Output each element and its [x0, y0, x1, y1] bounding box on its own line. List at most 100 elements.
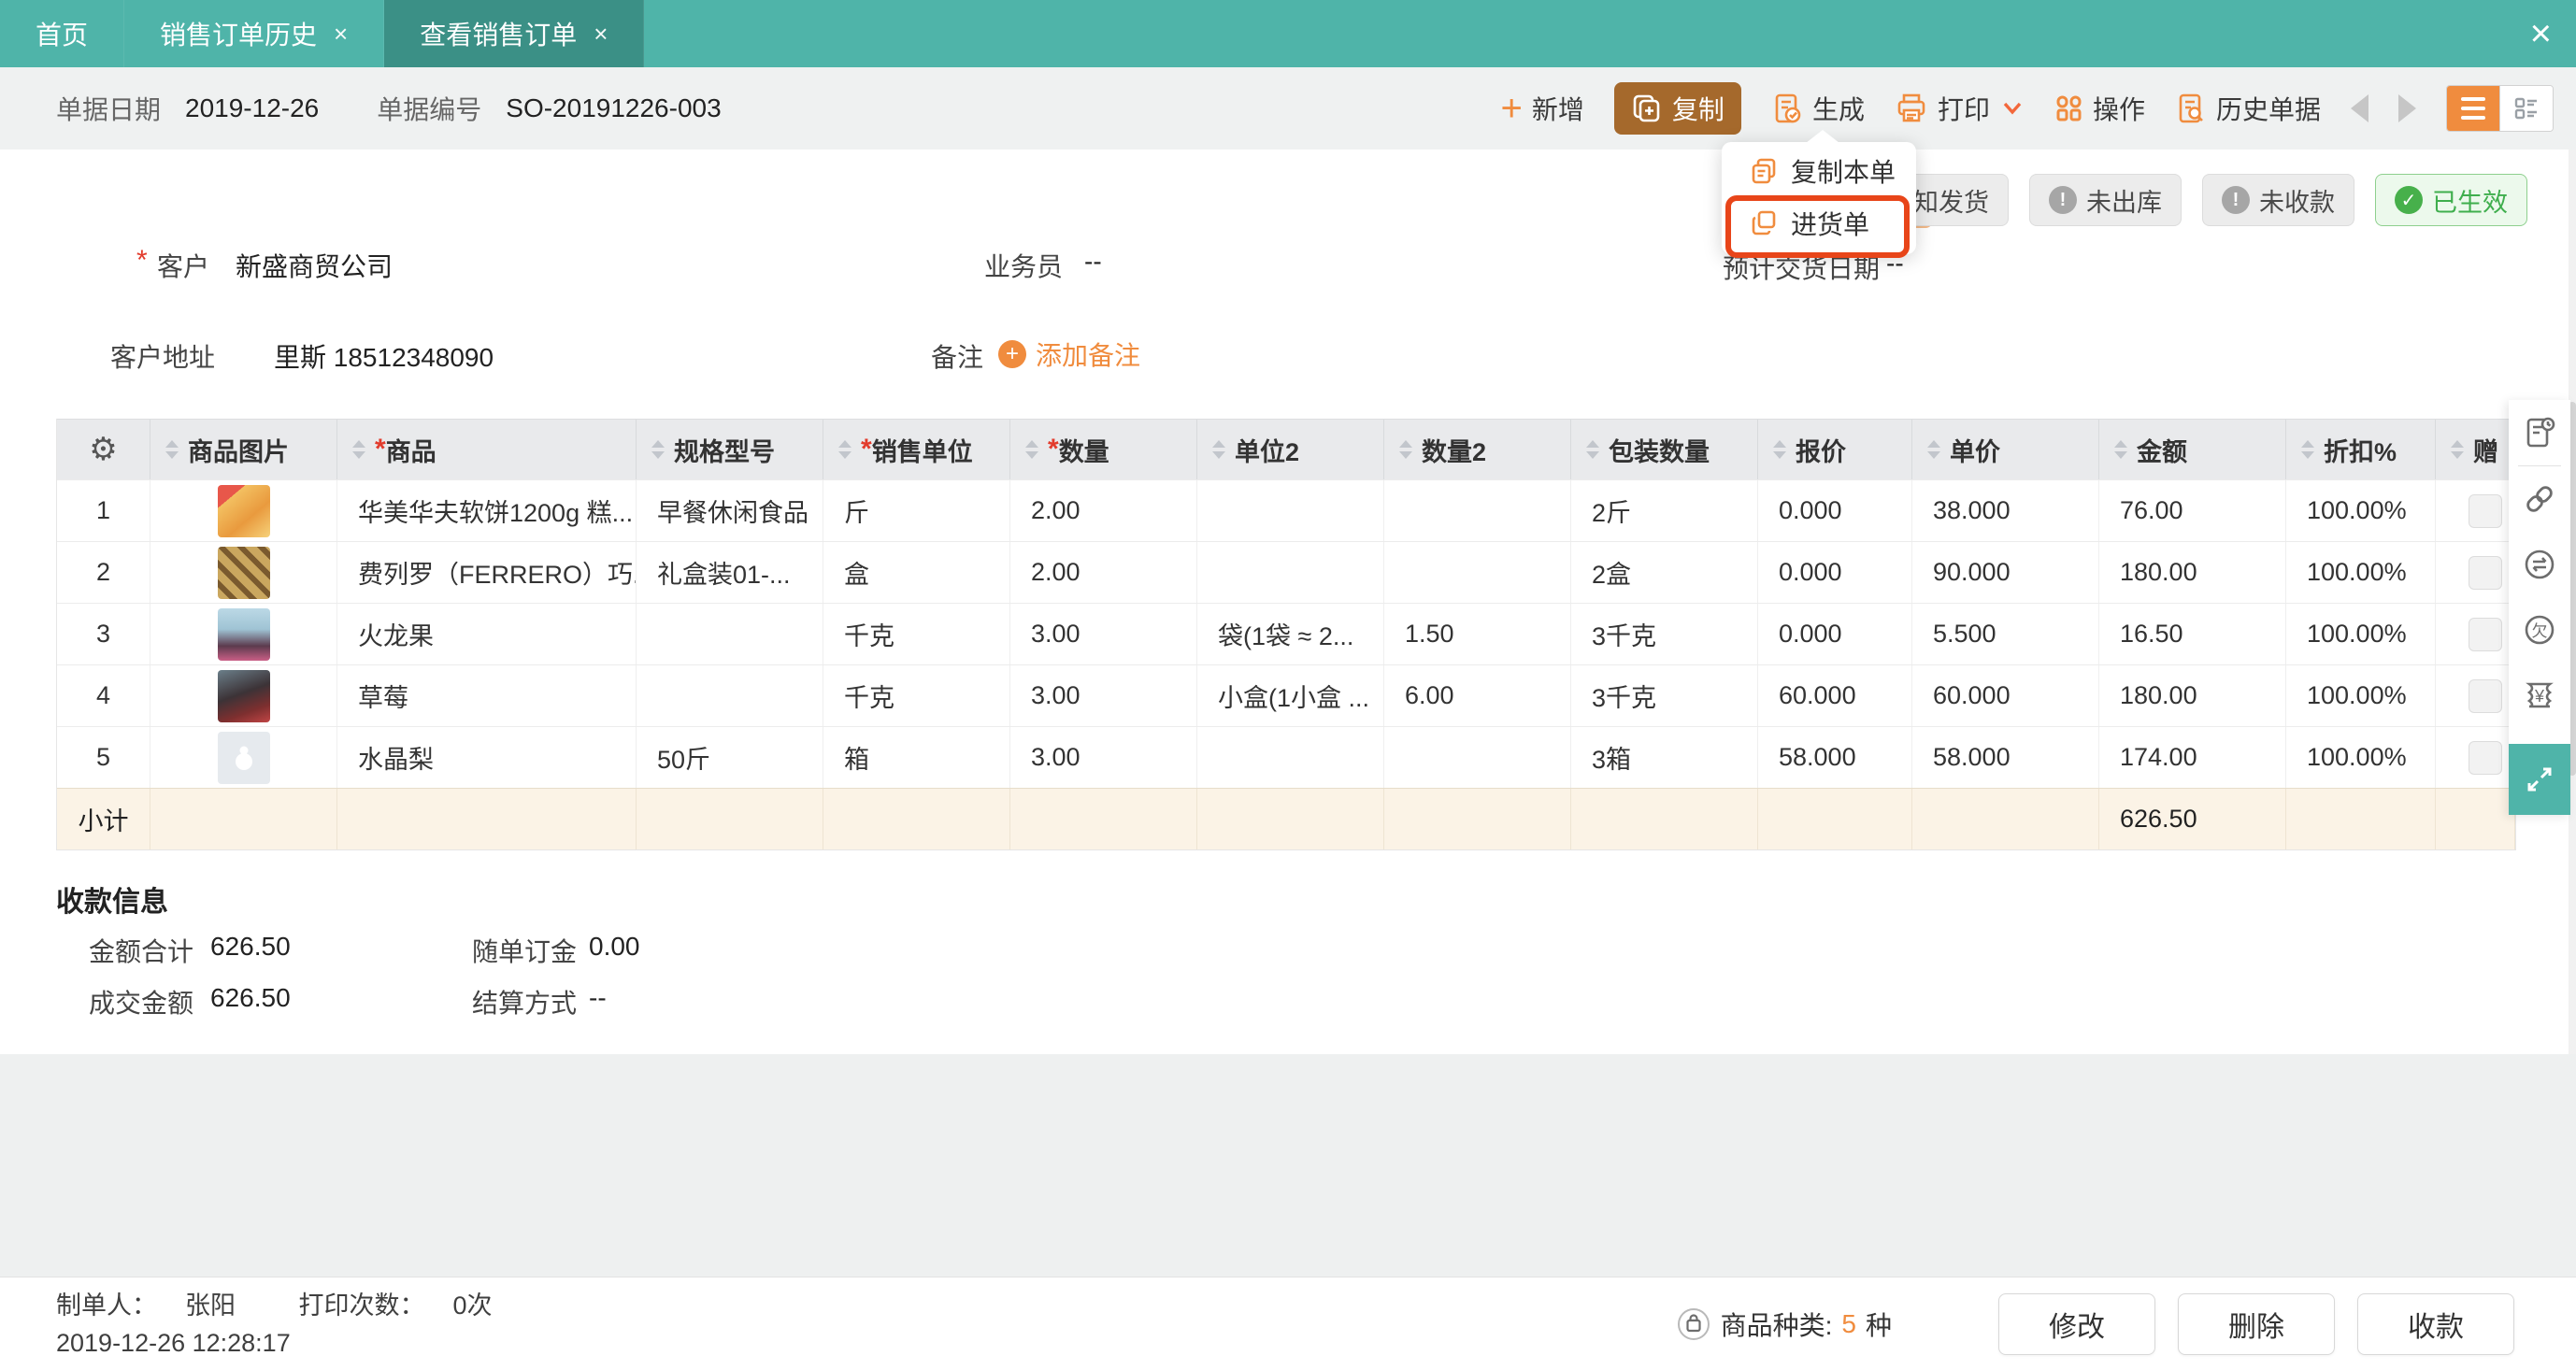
sort-icon[interactable]: [1212, 440, 1225, 459]
column-header-name[interactable]: * 商品: [337, 420, 637, 479]
column-header-image[interactable]: 商品图片: [150, 420, 337, 479]
add-remark-button[interactable]: + 添加备注: [998, 335, 1140, 373]
side-tool-panel: 欠 ¥: [2509, 400, 2570, 815]
next-doc-icon[interactable]: [2398, 94, 2416, 122]
history-docs-button[interactable]: 历史单据: [2175, 90, 2321, 127]
column-settings-icon[interactable]: ⚙: [89, 431, 117, 468]
sort-icon[interactable]: [2451, 440, 2464, 459]
column-header-spec[interactable]: 规格型号: [637, 420, 823, 479]
sort-icon[interactable]: [1927, 440, 1940, 459]
cell-qty: 2.00: [1010, 480, 1197, 541]
cell-pack: 3千克: [1571, 665, 1758, 726]
table-row[interactable]: 4 草莓 千克 3.00 小盒(1小盒 ... 6.00 3千克 60.000 60.000 18…: [57, 664, 2515, 726]
subtotal-amount: 626.50: [2099, 789, 2286, 849]
gift-checkbox[interactable]: [2469, 617, 2502, 651]
column-header-gift[interactable]: 赠: [2436, 420, 2515, 479]
cell-image: [150, 665, 337, 726]
expand-panel-button[interactable]: [2509, 744, 2570, 815]
category-unit: 种: [1865, 1311, 1892, 1340]
deposit-value: 0.00: [589, 932, 640, 961]
column-label: 销售单位: [871, 437, 973, 466]
table-row[interactable]: 1 华美华夫软饼1200g 糕... 早餐休闲食品斤 2.00 2斤 0.000 38.00…: [57, 479, 2515, 541]
edit-button[interactable]: 修改: [1998, 1293, 2155, 1355]
sort-icon[interactable]: [1773, 440, 1786, 459]
tab-view-sales-order[interactable]: 查看销售订单 ×: [384, 0, 645, 67]
column-header-price[interactable]: 单价: [1912, 420, 2099, 479]
subtotal-label: 小计: [57, 789, 150, 849]
gift-checkbox[interactable]: [2469, 678, 2502, 713]
generate-button[interactable]: 生成: [1771, 90, 1865, 127]
customer-value[interactable]: 新盛商贸公司: [236, 247, 393, 284]
column-label: 单位2: [1235, 437, 1300, 466]
copy-label: 复制: [1671, 95, 1724, 124]
prev-doc-icon[interactable]: [2351, 94, 2368, 122]
sort-icon[interactable]: [2114, 440, 2127, 459]
column-header-qty2[interactable]: 数量2: [1384, 420, 1571, 479]
print-button[interactable]: 打印: [1895, 90, 2024, 127]
window-close-icon[interactable]: ×: [2530, 0, 2552, 67]
status-badge-label: 未出库: [2086, 188, 2162, 217]
cell-price: 5.500: [1912, 604, 2099, 664]
sort-icon[interactable]: [1399, 440, 1412, 459]
footer-meta: 制单人： 张阳 打印次数： 0次 2019-12-26 12:28:17: [56, 1287, 549, 1362]
column-label: 包装数量: [1609, 437, 1710, 466]
receive-payment-button[interactable]: 收款: [2357, 1293, 2514, 1355]
record-log-icon[interactable]: [2509, 400, 2570, 465]
product-image[interactable]: [217, 546, 270, 599]
tab-sales-order-history[interactable]: 销售订单历史 ×: [124, 0, 385, 67]
cell-unit: 千克: [823, 604, 1010, 664]
tab-close-icon[interactable]: ×: [594, 20, 608, 49]
cell-discount: 100.00%: [2286, 480, 2436, 541]
column-header-qty[interactable]: * 数量: [1010, 420, 1197, 479]
arrears-icon[interactable]: 欠: [2509, 597, 2570, 663]
gift-checkbox[interactable]: [2469, 555, 2502, 590]
column-label: 金额: [2137, 437, 2187, 466]
money-record-icon[interactable]: ¥: [2509, 663, 2570, 728]
status-badge-label: 已生效: [2432, 188, 2508, 217]
gift-checkbox[interactable]: [2469, 740, 2502, 775]
cell-pack: 3箱: [1571, 727, 1758, 788]
sort-icon[interactable]: [165, 440, 179, 459]
sort-icon[interactable]: [1586, 440, 1599, 459]
menu-item-purchase-order[interactable]: 进货单: [1722, 200, 1916, 247]
menu-item-label: 复制本单: [1791, 158, 1896, 187]
cell-qty2: 6.00: [1384, 665, 1571, 726]
table-row[interactable]: 3 火龙果 千克 3.00 袋(1袋 ≈ 2... 1.50 3千克 0.000 5.500 16…: [57, 603, 2515, 664]
product-image[interactable]: [217, 607, 270, 661]
column-header-quote[interactable]: 报价: [1758, 420, 1912, 479]
column-label: 数量2: [1422, 437, 1487, 466]
card-view-toggle[interactable]: [2499, 86, 2553, 131]
product-image[interactable]: [217, 731, 270, 784]
generate-icon: [1771, 93, 1803, 124]
sort-icon[interactable]: [352, 440, 365, 459]
column-header-discount[interactable]: 折扣%: [2286, 420, 2436, 479]
transfer-icon[interactable]: [2509, 532, 2570, 597]
delete-button[interactable]: 删除: [2178, 1293, 2335, 1355]
cell-spec: [637, 665, 823, 726]
column-header-unit2[interactable]: 单位2: [1197, 420, 1384, 479]
add-button[interactable]: + 新增: [1501, 90, 1584, 127]
cell-index: 5: [57, 727, 150, 788]
tab-home[interactable]: 首页: [0, 0, 125, 67]
product-image[interactable]: [217, 669, 270, 722]
operations-button[interactable]: 操作: [2054, 90, 2145, 127]
related-link-icon[interactable]: [2509, 466, 2570, 532]
sort-icon[interactable]: [838, 440, 852, 459]
column-header-pack[interactable]: 包装数量: [1571, 420, 1758, 479]
product-image[interactable]: [217, 484, 270, 537]
doc-date-value: 2019-12-26: [185, 93, 320, 122]
menu-item-copy-this-order[interactable]: 复制本单: [1722, 148, 1916, 194]
table-row[interactable]: 2 费列罗（FERRERO）巧... 礼盒装01-... 盒 2.00 2盒 0.000 90…: [57, 541, 2515, 603]
table-row[interactable]: 5 水晶梨 50斤箱 3.00 3箱 58.000 58.000 174.00 100.00%: [57, 726, 2515, 788]
list-view-toggle[interactable]: [2447, 86, 2499, 131]
column-header-unit[interactable]: * 销售单位: [823, 420, 1010, 479]
sort-icon[interactable]: [651, 440, 665, 459]
column-header-amount[interactable]: 金额: [2099, 420, 2286, 479]
gift-checkbox[interactable]: [2469, 493, 2502, 528]
cell-price: 60.000: [1912, 665, 2099, 726]
tab-close-icon[interactable]: ×: [334, 20, 348, 49]
sort-icon[interactable]: [1025, 440, 1038, 459]
copy-button[interactable]: 复制: [1613, 82, 1741, 135]
print-dropdown-icon[interactable]: [2001, 100, 2024, 117]
sort-icon[interactable]: [2301, 440, 2314, 459]
